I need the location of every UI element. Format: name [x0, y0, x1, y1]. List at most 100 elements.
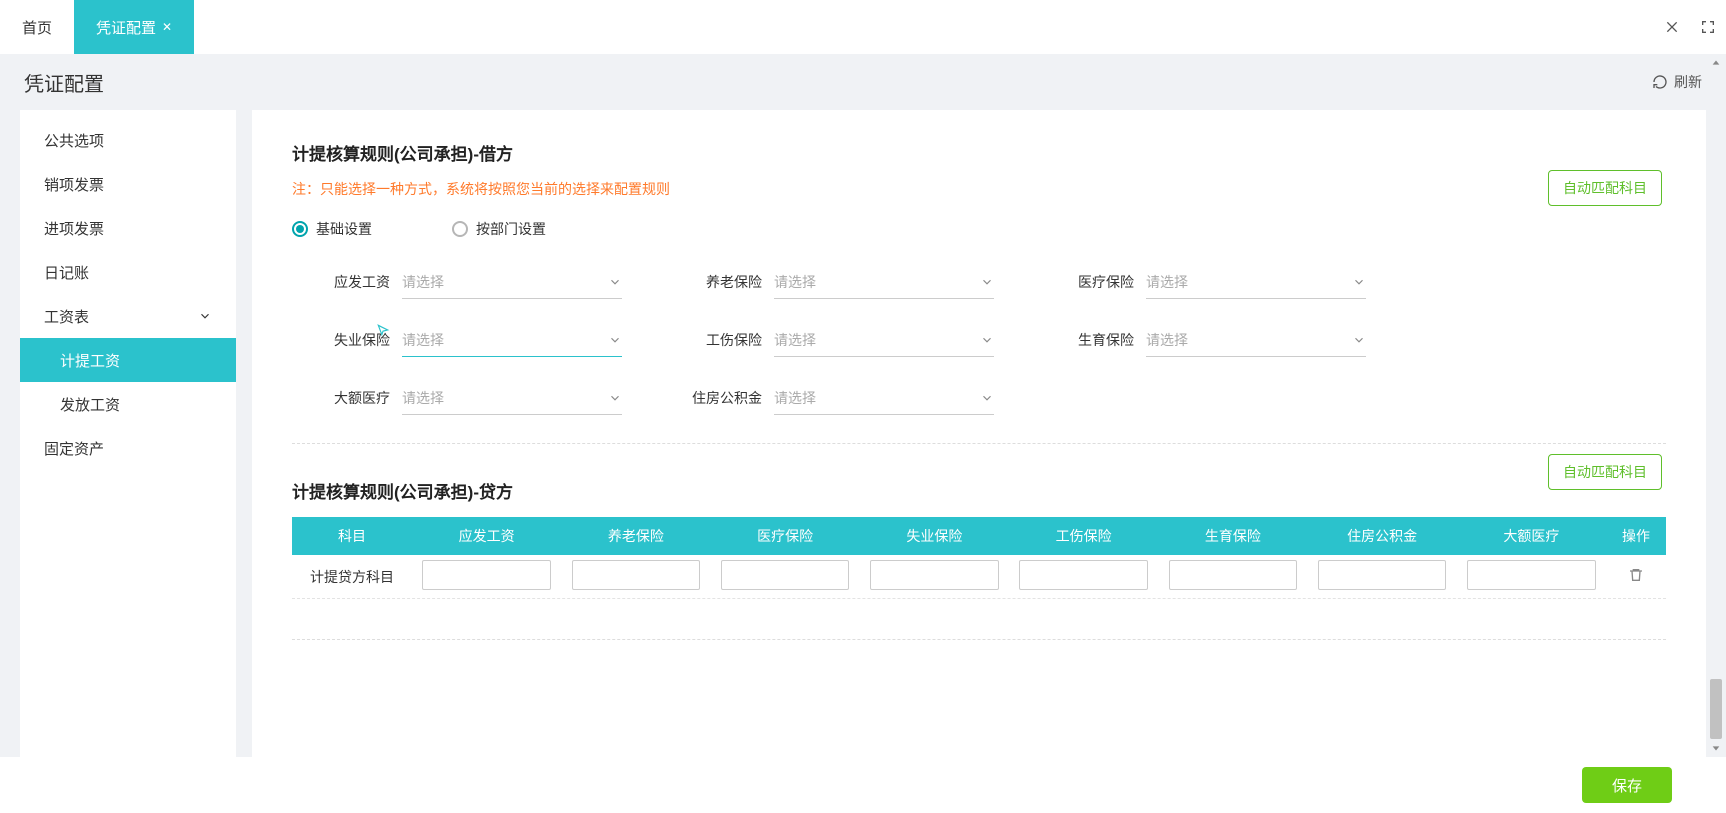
sidebar-label: 计提工资 [60, 350, 120, 371]
cursor-icon [376, 323, 390, 337]
radio-by-department[interactable]: 按部门设置 [452, 219, 546, 239]
radio-dot-icon [452, 221, 468, 237]
sidebar-item-accrue-salary[interactable]: 计提工资 [20, 338, 236, 382]
field-label: 工伤保险 [682, 330, 762, 350]
credit-section-title: 计提核算规则(公司承担)-贷方 [292, 478, 513, 503]
close-icon[interactable]: ✕ [162, 20, 172, 34]
th-medical: 医疗保险 [711, 526, 860, 546]
tab-home[interactable]: 首页 [0, 0, 74, 54]
scroll-up-icon[interactable] [1708, 54, 1724, 72]
sidebar-item-salary[interactable]: 工资表 [20, 294, 236, 338]
sidebar-item-output-invoice[interactable]: 销项发票 [20, 162, 236, 206]
cell-maternity [1158, 560, 1307, 593]
cell-pension [561, 560, 710, 593]
refresh-label: 刷新 [1674, 72, 1702, 92]
auto-match-credit-button[interactable]: 自动匹配科目 [1548, 454, 1662, 490]
chevron-down-icon [608, 333, 622, 347]
select-placeholder: 请选择 [402, 388, 444, 408]
sidebar-item-fixed-assets[interactable]: 固定资产 [20, 426, 236, 470]
select-medical[interactable]: 请选择 [1146, 265, 1366, 299]
sidebar-item-pay-salary[interactable]: 发放工资 [20, 382, 236, 426]
select-injury[interactable]: 请选择 [774, 323, 994, 357]
tab-voucher-label: 凭证配置 [96, 17, 156, 38]
sidebar-item-public[interactable]: 公共选项 [20, 118, 236, 162]
chevron-down-icon [980, 333, 994, 347]
credit-table-row: 计提贷方科目 [292, 555, 1666, 599]
input-maternity[interactable] [1169, 560, 1297, 590]
tab-voucher-config[interactable]: 凭证配置 ✕ [74, 0, 194, 54]
field-label: 大额医疗 [310, 388, 390, 408]
page-header: 凭证配置 刷新 [0, 54, 1726, 110]
select-unemployment[interactable]: 请选择 [402, 323, 622, 357]
field-label: 住房公积金 [682, 388, 762, 408]
select-pension[interactable]: 请选择 [774, 265, 994, 299]
window-close-button[interactable] [1654, 9, 1690, 45]
chevron-down-icon [608, 275, 622, 289]
credit-table: 科目 应发工资 养老保险 医疗保险 失业保险 工伤保险 生育保险 住房公积金 大… [292, 517, 1666, 599]
row-subject-label: 计提贷方科目 [292, 567, 412, 587]
tab-bar: 首页 凭证配置 ✕ [0, 0, 1726, 54]
refresh-button[interactable]: 刷新 [1652, 72, 1702, 92]
th-pension: 养老保险 [561, 526, 710, 546]
chevron-down-icon [980, 391, 994, 405]
field-medical: 医疗保险 请选择 [1054, 265, 1366, 299]
scroll-thumb[interactable] [1710, 679, 1722, 739]
sidebar-label: 发放工资 [60, 394, 120, 415]
cell-medical [711, 560, 860, 593]
radio-basic-label: 基础设置 [316, 219, 372, 239]
field-label: 医疗保险 [1054, 272, 1134, 292]
scroll-down-icon[interactable] [1708, 739, 1724, 757]
sidebar-label: 固定资产 [44, 438, 104, 459]
select-placeholder: 请选择 [1146, 330, 1188, 350]
input-salary[interactable] [422, 560, 550, 590]
chevron-down-icon [1352, 333, 1366, 347]
field-injury: 工伤保险 请选择 [682, 323, 994, 357]
input-injury[interactable] [1019, 560, 1147, 590]
input-medical[interactable] [721, 560, 849, 590]
select-placeholder: 请选择 [1146, 272, 1188, 292]
tab-home-label: 首页 [22, 17, 52, 38]
select-yingfa-salary[interactable]: 请选择 [402, 265, 622, 299]
select-housing-fund[interactable]: 请选择 [774, 381, 994, 415]
sidebar-item-journal[interactable]: 日记账 [20, 250, 236, 294]
footer: 保存 [20, 757, 1706, 813]
sidebar-label: 进项发票 [44, 218, 104, 239]
select-placeholder: 请选择 [402, 330, 444, 350]
auto-match-debit-button[interactable]: 自动匹配科目 [1548, 170, 1662, 206]
field-label: 应发工资 [310, 272, 390, 292]
main-inner: 计提核算规则(公司承担)-借方 注：只能选择一种方式，系统将按照您当前的选择来配… [252, 110, 1706, 660]
auto-match-debit-wrap: 自动匹配科目 [1548, 170, 1662, 206]
input-housing[interactable] [1318, 560, 1446, 590]
sidebar-label: 工资表 [44, 306, 89, 327]
input-large-medical[interactable] [1467, 560, 1595, 590]
page-title: 凭证配置 [24, 68, 104, 97]
input-pension[interactable] [572, 560, 700, 590]
select-maternity[interactable]: 请选择 [1146, 323, 1366, 357]
th-operation: 操作 [1606, 526, 1666, 546]
save-button[interactable]: 保存 [1582, 767, 1672, 803]
debit-fields: 应发工资 请选择 养老保险 请选择 医疗保险 请选择 失业保险 请选择 [292, 265, 1666, 444]
debit-note: 注：只能选择一种方式，系统将按照您当前的选择来配置规则 [292, 179, 1666, 199]
input-unemployment[interactable] [870, 560, 998, 590]
delete-icon[interactable] [1628, 567, 1644, 583]
th-salary: 应发工资 [412, 526, 561, 546]
credit-table-header: 科目 应发工资 养老保险 医疗保险 失业保险 工伤保险 生育保险 住房公积金 大… [292, 517, 1666, 555]
field-unemployment: 失业保险 请选择 [310, 323, 622, 357]
select-placeholder: 请选择 [774, 388, 816, 408]
cell-housing [1308, 560, 1457, 593]
sidebar-item-input-invoice[interactable]: 进项发票 [20, 206, 236, 250]
radio-basic-setting[interactable]: 基础设置 [292, 219, 372, 239]
dashed-divider [292, 639, 1666, 640]
select-placeholder: 请选择 [774, 330, 816, 350]
scroll-track[interactable] [1708, 72, 1724, 739]
fullscreen-icon[interactable] [1690, 9, 1726, 45]
radio-dept-label: 按部门设置 [476, 219, 546, 239]
vertical-scrollbar[interactable] [1708, 54, 1724, 757]
select-large-medical[interactable]: 请选择 [402, 381, 622, 415]
window-controls [1654, 0, 1726, 54]
sidebar-label: 日记账 [44, 262, 89, 283]
cell-unemployment [860, 560, 1009, 593]
th-large-medical: 大额医疗 [1457, 526, 1606, 546]
body: 公共选项 销项发票 进项发票 日记账 工资表 计提工资 发放工资 固定资产 计提… [0, 110, 1726, 757]
th-subject: 科目 [292, 526, 412, 546]
